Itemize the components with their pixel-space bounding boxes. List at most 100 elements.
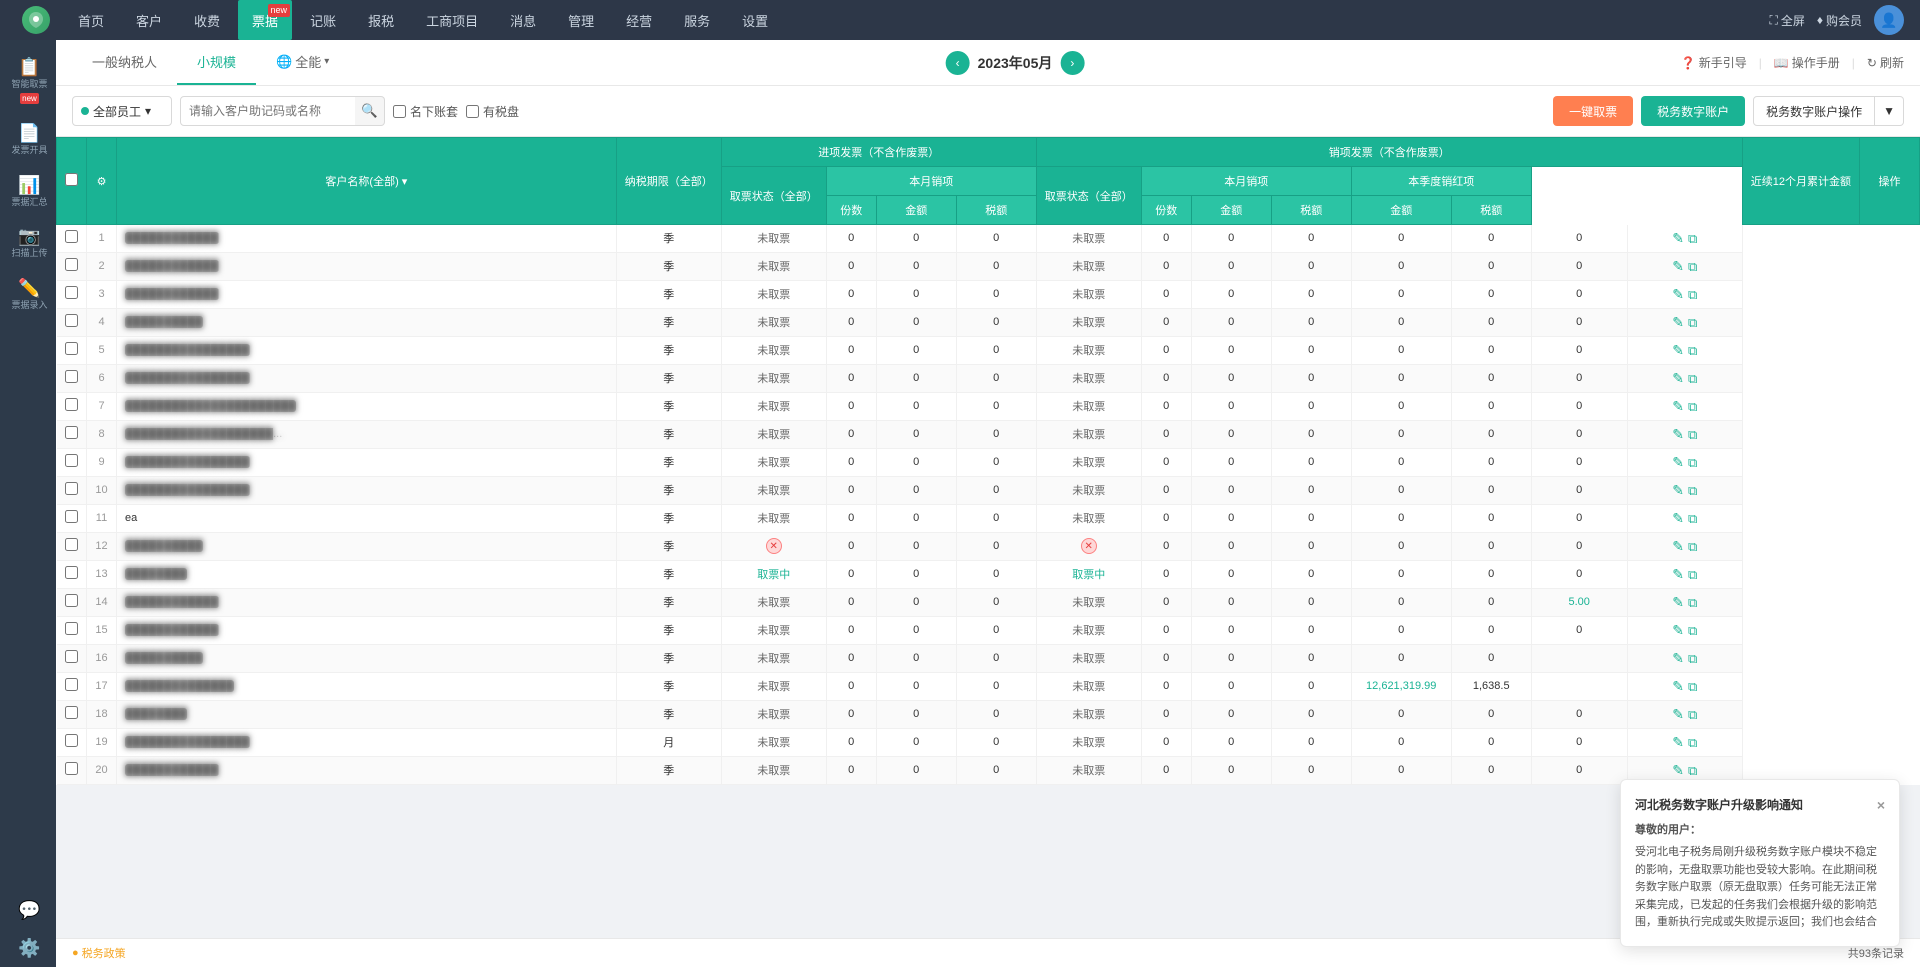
edit-icon[interactable]: ✎ [1672,454,1684,470]
copy-icon[interactable]: ⧉ [1688,315,1697,330]
td-client-name[interactable]: ██████████ [117,532,617,560]
membership-button[interactable]: ♦ 购会员 [1817,12,1862,29]
td-client-name[interactable]: ████████████ [117,280,617,308]
nav-service[interactable]: 服务 [670,0,724,40]
edit-icon[interactable]: ✎ [1672,678,1684,694]
tax-ops-button[interactable]: 税务数字账户操作 [1753,96,1875,126]
td-client-name[interactable]: ea [117,504,617,532]
one-key-fetch-button[interactable]: 一键取票 [1553,96,1633,126]
copy-icon[interactable]: ⧉ [1688,427,1697,442]
row-checkbox[interactable] [65,482,78,495]
copy-icon[interactable]: ⧉ [1688,371,1697,386]
row-checkbox[interactable] [65,538,78,551]
row-checkbox[interactable] [65,286,78,299]
nav-message[interactable]: 消息 [496,0,550,40]
copy-icon[interactable]: ⧉ [1688,679,1697,694]
checkbox-has-tax-disk[interactable]: 有税盘 [466,103,519,120]
row-checkbox[interactable] [65,426,78,439]
copy-icon[interactable]: ⧉ [1688,595,1697,610]
edit-icon[interactable]: ✎ [1672,370,1684,386]
row-checkbox[interactable] [65,566,78,579]
refresh-button[interactable]: ↻ 刷新 [1867,54,1904,71]
period-next-button[interactable]: › [1060,51,1084,75]
td-client-name[interactable]: ████████████████ [117,364,617,392]
nav-accounting[interactable]: 记账 [296,0,350,40]
search-button[interactable]: 🔍 [355,96,385,126]
copy-icon[interactable]: ⧉ [1688,287,1697,302]
td-client-name[interactable]: ████████████████ [117,476,617,504]
row-checkbox[interactable] [65,370,78,383]
nav-tax[interactable]: 报税 [354,0,408,40]
edit-icon[interactable]: ✎ [1672,566,1684,582]
nav-home[interactable]: 首页 [64,0,118,40]
edit-icon[interactable]: ✎ [1672,510,1684,526]
nav-operation[interactable]: 经营 [612,0,666,40]
edit-icon[interactable]: ✎ [1672,258,1684,274]
row-checkbox[interactable] [65,622,78,635]
td-client-name[interactable]: ████████████ [117,252,617,280]
copy-icon[interactable]: ⧉ [1688,399,1697,414]
tax-ops-dropdown-button[interactable]: ▼ [1875,96,1904,126]
row-checkbox[interactable] [65,454,78,467]
edit-icon[interactable]: ✎ [1672,622,1684,638]
edit-icon[interactable]: ✎ [1672,762,1684,778]
sidebar-item-msg[interactable]: 💬 [0,891,56,929]
edit-icon[interactable]: ✎ [1672,482,1684,498]
td-client-name[interactable]: ██████████████ [117,672,617,700]
copy-icon[interactable]: ⧉ [1688,231,1697,246]
tab-all-capable[interactable]: 🌐 全能 ▾ [256,40,349,85]
staff-dropdown[interactable]: 全部员工 ▾ [72,96,172,126]
copy-icon[interactable]: ⧉ [1688,455,1697,470]
nav-settings[interactable]: 设置 [728,0,782,40]
copy-icon[interactable]: ⧉ [1688,623,1697,638]
td-client-name[interactable]: ██████████ [117,644,617,672]
td-client-name[interactable]: ███████████████████... [117,420,617,448]
td-client-name[interactable]: ████████████ [117,756,617,784]
sidebar-item-invoice-summary[interactable]: 📊 票据汇总 [0,166,56,218]
notification-close-button[interactable]: × [1877,794,1885,816]
cumulative-link[interactable]: 5.00 [1569,596,1590,608]
row-checkbox[interactable] [65,734,78,747]
copy-icon[interactable]: ⧉ [1688,567,1697,582]
new-guide-button[interactable]: ❓ 新手引导 [1681,54,1747,71]
edit-icon[interactable]: ✎ [1672,398,1684,414]
has-tax-disk-checkbox[interactable] [466,105,479,118]
row-checkbox[interactable] [65,762,78,775]
edit-icon[interactable]: ✎ [1672,314,1684,330]
td-client-name[interactable]: ████████████████ [117,448,617,476]
nav-business[interactable]: 工商项目 [412,0,492,40]
edit-icon[interactable]: ✎ [1672,706,1684,722]
row-checkbox[interactable] [65,258,78,271]
edit-icon[interactable]: ✎ [1672,342,1684,358]
row-checkbox[interactable] [65,678,78,691]
row-checkbox[interactable] [65,398,78,411]
sidebar-item-scan-upload[interactable]: 📷 扫描上传 [0,217,56,269]
copy-icon[interactable]: ⧉ [1688,511,1697,526]
sidebar-item-invoice-open[interactable]: 📄 发票开具 [0,114,56,166]
copy-icon[interactable]: ⧉ [1688,483,1697,498]
td-client-name[interactable]: ██████████ [117,308,617,336]
edit-icon[interactable]: ✎ [1672,538,1684,554]
manual-button[interactable]: 📖 操作手册 [1774,54,1840,71]
search-input[interactable] [180,96,360,126]
tax-digital-account-button[interactable]: 税务数字账户 [1641,96,1745,126]
app-logo[interactable] [16,0,56,40]
sidebar-item-smart-fetch[interactable]: 📋 智能取票 new [0,48,56,114]
td-client-name[interactable]: ████████ [117,560,617,588]
period-prev-button[interactable]: ‹ [946,51,970,75]
copy-icon[interactable]: ⧉ [1688,651,1697,666]
row-checkbox[interactable] [65,342,78,355]
td-client-name[interactable]: ████████████ [117,225,617,253]
td-client-name[interactable]: ████████████████ [117,728,617,756]
edit-icon[interactable]: ✎ [1672,650,1684,666]
row-checkbox[interactable] [65,314,78,327]
select-all-checkbox[interactable] [65,173,78,186]
edit-icon[interactable]: ✎ [1672,734,1684,750]
edit-icon[interactable]: ✎ [1672,230,1684,246]
nav-manage[interactable]: 管理 [554,0,608,40]
edit-icon[interactable]: ✎ [1672,286,1684,302]
row-checkbox[interactable] [65,706,78,719]
fullscreen-button[interactable]: ⛶ 全屏 [1769,12,1804,29]
copy-icon[interactable]: ⧉ [1688,763,1697,778]
row-checkbox[interactable] [65,510,78,523]
